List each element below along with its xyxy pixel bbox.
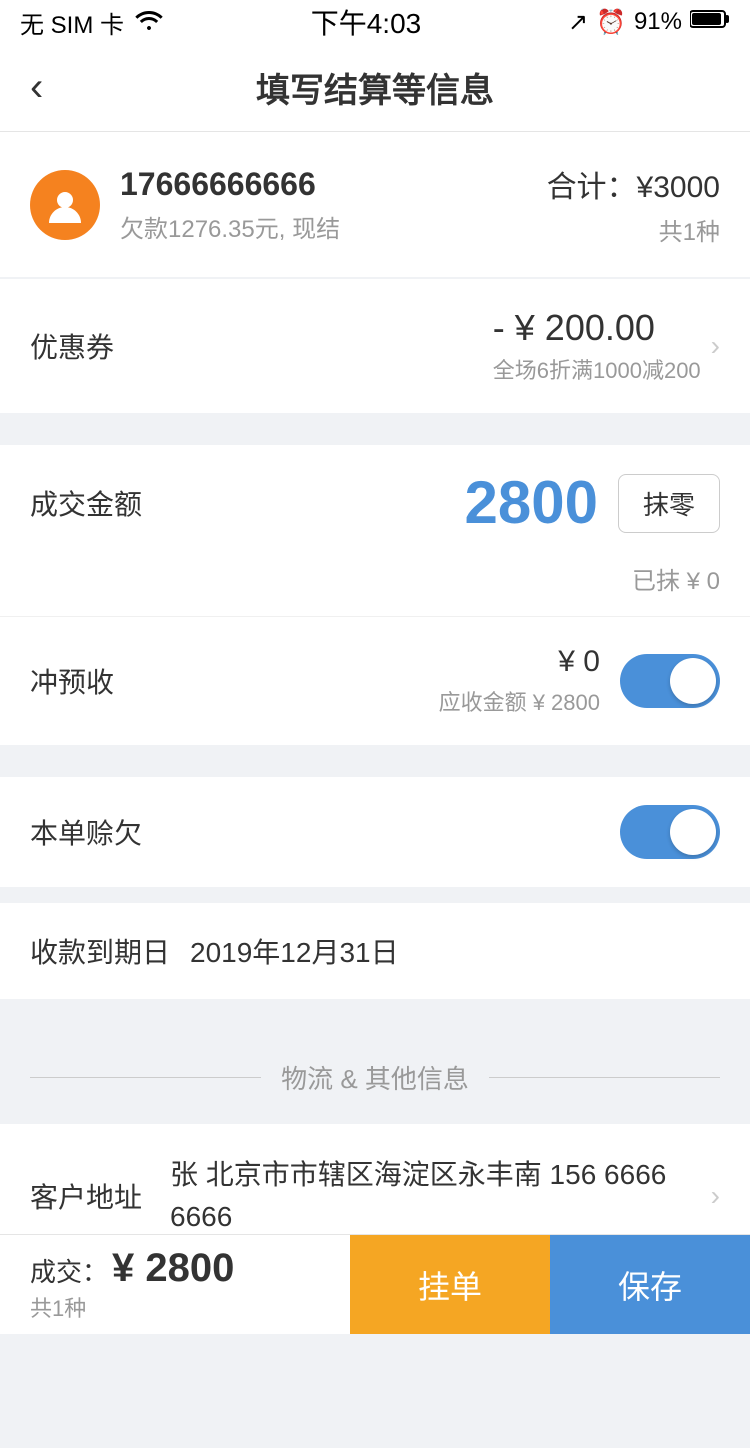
status-bar: 无 SIM 卡 下午4:03 ↗ ⏰ 91% <box>0 0 750 44</box>
coupon-right: - ¥ 200.00 全场6折满1000减200 › <box>493 307 720 385</box>
section-divider-3 <box>0 1015 750 1031</box>
logistics-header: 物流 & 其他信息 <box>0 1031 750 1124</box>
avatar <box>30 170 100 240</box>
customer-info: 17666666666 欠款1276.35元, 现结 <box>120 166 340 244</box>
back-button[interactable]: ‹ <box>30 65 43 110</box>
status-right: ↗ ⏰ 91% <box>568 8 730 37</box>
customer-right: 合计：¥3000 共1种 <box>547 162 720 247</box>
deal-amount-label: 成交金额 <box>30 483 142 523</box>
due-date-row: 收款到期日 2019年12月31日 <box>0 903 750 999</box>
address-chevron-icon: › <box>711 1180 720 1212</box>
logistics-line-right <box>489 1077 720 1078</box>
address-value: 张 北京市市辖区海淀区永丰南 156 6666 6666 <box>170 1154 691 1238</box>
charge-label: 冲预收 <box>30 661 114 701</box>
charge-toggle[interactable] <box>620 654 720 708</box>
order-total: 合计：¥3000 <box>547 162 720 206</box>
customer-left: 17666666666 欠款1276.35元, 现结 <box>30 166 340 244</box>
charge-right: ¥ 0 应收金额 ¥ 2800 <box>439 645 720 717</box>
customer-debt: 欠款1276.35元, 现结 <box>120 209 340 244</box>
customer-card: 17666666666 欠款1276.35元, 现结 合计：¥3000 共1种 <box>0 132 750 277</box>
debt-toggle[interactable] <box>620 805 720 859</box>
logistics-text: 物流 & 其他信息 <box>281 1059 469 1096</box>
deal-right: 2800 抹零 <box>465 473 721 533</box>
order-count: 共1种 <box>547 212 720 247</box>
charge-value-block: ¥ 0 应收金额 ¥ 2800 <box>439 645 600 717</box>
status-time: 下午4:03 <box>311 2 422 42</box>
location-icon: ↗ <box>568 8 588 37</box>
chevron-right-icon: › <box>711 330 720 362</box>
deal-amount-section: 成交金额 2800 抹零 已抹 ¥ 0 冲预收 ¥ 0 应收金额 ¥ 2800 <box>0 445 750 745</box>
already-rounded-text: 已抹 ¥ 0 <box>0 561 750 616</box>
customer-phone: 17666666666 <box>120 166 340 203</box>
this-order-row: 本单赊欠 <box>0 777 750 887</box>
bottom-bar: 成交： ¥ 2800 共1种 挂单 保存 <box>0 1234 750 1334</box>
coupon-row[interactable]: 优惠券 - ¥ 200.00 全场6折满1000减200 › <box>0 279 750 413</box>
charge-row: 冲预收 ¥ 0 应收金额 ¥ 2800 <box>0 616 750 745</box>
nav-bar: ‹ 填写结算等信息 <box>0 44 750 132</box>
alarm-icon: ⏰ <box>596 8 626 37</box>
due-date-label: 收款到期日 <box>30 931 170 971</box>
coupon-amount: - ¥ 200.00 <box>493 307 701 349</box>
bottom-count: 共1种 <box>30 1291 320 1323</box>
save-button[interactable]: 保存 <box>550 1235 750 1334</box>
page-title: 填写结算等信息 <box>256 63 494 112</box>
bottom-amount: ¥ 2800 <box>112 1246 234 1291</box>
status-left: 无 SIM 卡 <box>20 5 164 40</box>
charge-value: ¥ 0 <box>439 645 600 679</box>
section-divider-1 <box>0 429 750 445</box>
sim-label: 无 SIM 卡 <box>20 5 124 40</box>
bottom-deal-row: 成交： ¥ 2800 <box>30 1246 320 1291</box>
coupon-info: - ¥ 200.00 全场6折满1000减200 <box>493 307 701 385</box>
section-divider-2 <box>0 761 750 777</box>
logistics-line-left <box>30 1077 261 1078</box>
charge-sub: 应收金额 ¥ 2800 <box>439 685 600 717</box>
bottom-deal-label: 成交： <box>30 1252 108 1289</box>
due-date-value: 2019年12月31日 <box>190 931 399 971</box>
round-zero-button[interactable]: 抹零 <box>618 474 720 533</box>
deal-amount-row: 成交金额 2800 抹零 <box>0 445 750 561</box>
coupon-label: 优惠券 <box>30 326 114 366</box>
hold-order-button[interactable]: 挂单 <box>350 1235 550 1334</box>
coupon-desc: 全场6折满1000减200 <box>493 353 701 385</box>
address-label: 客户地址 <box>30 1176 150 1216</box>
battery-icon <box>690 8 730 36</box>
bottom-summary: 成交： ¥ 2800 共1种 <box>0 1235 350 1334</box>
wifi-icon <box>134 8 164 37</box>
battery-level: 91% <box>634 8 682 36</box>
this-order-label: 本单赊欠 <box>30 812 142 852</box>
deal-amount-value: 2800 <box>465 473 598 533</box>
